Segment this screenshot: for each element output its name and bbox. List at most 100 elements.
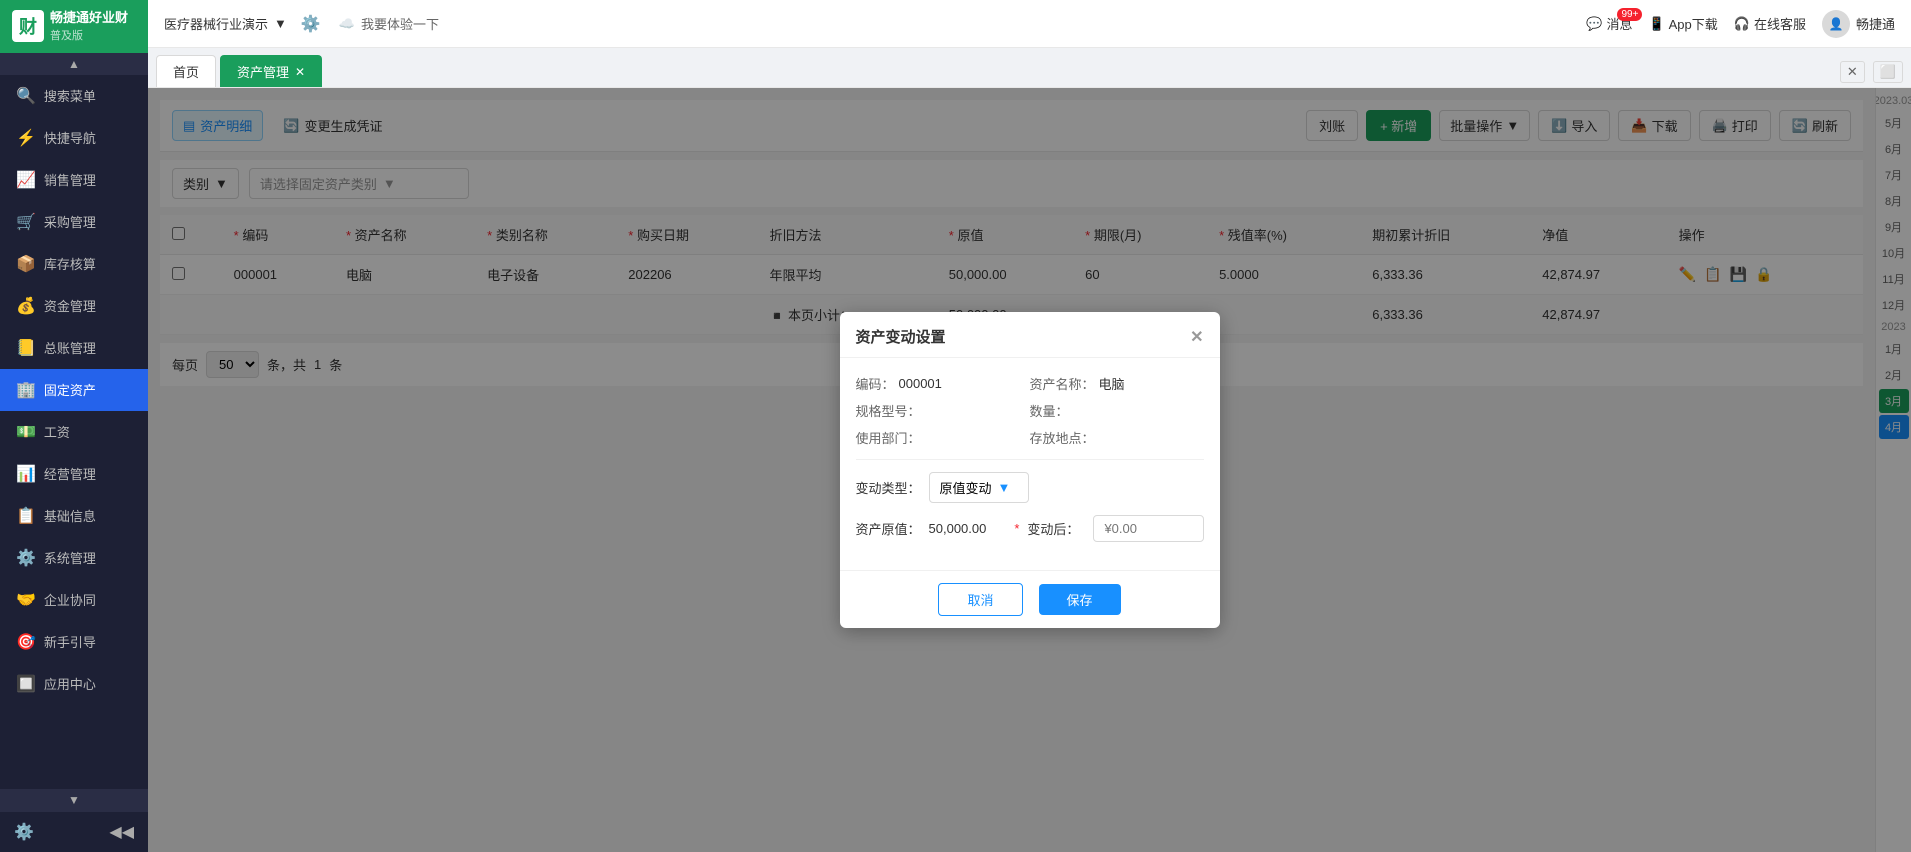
sidebar-item-label: 工资 [44,422,70,441]
tab-home[interactable]: 首页 [156,55,216,87]
company-dropdown-icon: ▼ [274,16,287,31]
online-service-btn[interactable]: 🎧 在线客服 [1734,14,1806,33]
asset-value-label: 资产原值： [856,519,921,538]
sidebar-item-system[interactable]: ⚙️ 系统管理 [0,537,148,579]
topbar-right: 💬 消息 99+ 📱 App下载 🎧 在线客服 👤 畅捷通 [1586,10,1895,38]
topbar: 医疗器械行业演示 ▼ ⚙️ ☁️ 我要体验一下 💬 消息 99+ 📱 App下载… [148,0,1911,48]
sidebar-item-guide[interactable]: 🎯 新手引导 [0,621,148,663]
change-type-value: 原值变动 [940,478,992,497]
funds-icon: 💰 [16,296,36,316]
modal-name-value: 电脑 [1099,374,1125,393]
cancel-button[interactable]: 取消 [938,583,1022,616]
tab-close-btn[interactable]: ✕ [1840,61,1865,83]
fixed-assets-icon: 🏢 [16,380,36,400]
company-name: 医疗器械行业演示 [164,14,268,33]
app-center-icon: 🔲 [16,674,36,694]
quick-nav-icon: ⚡ [16,128,36,148]
sidebar-item-payroll[interactable]: 💵 工资 [0,411,148,453]
enterprise-icon: 🤝 [16,590,36,610]
sidebar-scroll-down[interactable]: ▼ [0,789,148,811]
modal-title: 资产变动设置 [856,326,946,347]
modal-name-item: 资产名称： 电脑 [1030,374,1204,393]
modal-asset-value-field: 资产原值： 50,000.00 * 变动后： [856,515,1204,542]
settings-footer-icon[interactable]: ⚙️ [14,822,34,842]
sales-icon: 📈 [16,170,36,190]
modal-name-label: 资产名称： [1030,374,1095,393]
ledger-icon: 📒 [16,338,36,358]
sidebar-item-label: 固定资产 [44,380,96,399]
sidebar-item-quick-nav[interactable]: ⚡ 快捷导航 [0,117,148,159]
tab-asset-mgmt-label: 资产管理 [237,62,289,81]
modal-quantity-label: 数量： [1030,401,1069,420]
basic-info-icon: 📋 [16,506,36,526]
modal-footer: 取消 保存 [840,570,1220,628]
sidebar-item-label: 系统管理 [44,548,96,567]
sidebar-item-label: 销售管理 [44,170,96,189]
change-type-label: 变动类型： [856,478,921,497]
sidebar-item-inventory[interactable]: 📦 库存核算 [0,243,148,285]
sidebar: 财 畅捷通好业财 普及版 ▲ 🔍 搜索菜单 ⚡ 快捷导航 📈 销售管理 🛒 采购… [0,0,148,852]
username: 畅捷通 [1856,14,1895,33]
experience-btn[interactable]: ☁️ 我要体验一下 [339,14,439,33]
experience-label: 我要体验一下 [361,14,439,33]
avatar: 👤 [1822,10,1850,38]
modal-info-grid: 编码： 000001 资产名称： 电脑 规格型号： 数量： [856,374,1204,460]
sidebar-scroll-up[interactable]: ▲ [0,53,148,75]
sidebar-item-sales[interactable]: 📈 销售管理 [0,159,148,201]
sidebar-item-search[interactable]: 🔍 搜索菜单 [0,75,148,117]
sidebar-item-enterprise[interactable]: 🤝 企业协同 [0,579,148,621]
tab-asset-mgmt[interactable]: 资产管理 ✕ [220,55,322,87]
modal-code-value: 000001 [899,376,942,391]
company-selector[interactable]: 医疗器械行业演示 ▼ [164,14,287,33]
modal-body: 编码： 000001 资产名称： 电脑 规格型号： 数量： [840,358,1220,570]
sidebar-item-label: 库存核算 [44,254,96,273]
message-btn[interactable]: 💬 消息 99+ [1586,14,1632,33]
modal-change-type-field: 变动类型： 原值变动 ▼ [856,472,1204,503]
main-area: 医疗器械行业演示 ▼ ⚙️ ☁️ 我要体验一下 💬 消息 99+ 📱 App下载… [148,0,1911,852]
modal-code-item: 编码： 000001 [856,374,1030,393]
change-type-select[interactable]: 原值变动 ▼ [929,472,1029,503]
modal-header: 资产变动设置 ✕ [840,312,1220,358]
online-service-label: 在线客服 [1754,14,1806,33]
user-menu[interactable]: 👤 畅捷通 [1822,10,1895,38]
settings-icon[interactable]: ⚙️ [301,14,321,34]
sidebar-item-basic-info[interactable]: 📋 基础信息 [0,495,148,537]
sidebar-nav: 🔍 搜索菜单 ⚡ 快捷导航 📈 销售管理 🛒 采购管理 📦 库存核算 💰 资金管… [0,75,148,789]
sidebar-item-label: 经营管理 [44,464,96,483]
system-icon: ⚙️ [16,548,36,568]
guide-icon: 🎯 [16,632,36,652]
modal-dept-item: 使用部门： [856,428,1030,447]
sidebar-item-fixed-assets[interactable]: 🏢 固定资产 [0,369,148,411]
sidebar-item-app-center[interactable]: 🔲 应用中心 [0,663,148,705]
modal-overlay: 资产变动设置 ✕ 编码： 000001 资产名称： 电脑 [148,88,1911,852]
modal-spec-label: 规格型号： [856,401,921,420]
purchase-icon: 🛒 [16,212,36,232]
app-download-btn[interactable]: 📱 App下载 [1648,14,1717,33]
modal-dept-label: 使用部门： [856,428,921,447]
modal-location-label: 存放地点： [1030,428,1095,447]
sidebar-footer: ⚙️ ◀◀ [0,811,148,852]
content-area: ▤ 资产明细 🔄 变更生成凭证 刘账 + 新增 批量操作 ▼ [148,88,1911,852]
tab-bar: 首页 资产管理 ✕ ✕ ⬜ [148,48,1911,88]
sidebar-item-label: 采购管理 [44,212,96,231]
sidebar-item-purchase[interactable]: 🛒 采购管理 [0,201,148,243]
sidebar-item-label: 基础信息 [44,506,96,525]
tab-home-label: 首页 [173,62,199,81]
search-icon: 🔍 [16,86,36,106]
tab-close-icon[interactable]: ✕ [295,65,305,79]
payroll-icon: 💵 [16,422,36,442]
sidebar-item-label: 资金管理 [44,296,96,315]
sidebar-item-label: 企业协同 [44,590,96,609]
after-change-input[interactable] [1093,515,1203,542]
collapse-sidebar-icon[interactable]: ◀◀ [109,822,134,842]
sidebar-item-operations[interactable]: 📊 经营管理 [0,453,148,495]
modal-close-icon[interactable]: ✕ [1190,327,1203,347]
tab-maximize-btn[interactable]: ⬜ [1873,61,1903,83]
sidebar-item-label: 新手引导 [44,632,96,651]
sidebar-item-funds[interactable]: 💰 资金管理 [0,285,148,327]
sidebar-item-ledger[interactable]: 📒 总账管理 [0,327,148,369]
sidebar-item-label: 快捷导航 [44,128,96,147]
save-button[interactable]: 保存 [1039,584,1121,615]
sidebar-logo: 畅捷通好业财 [50,10,128,27]
message-icon: 💬 [1586,16,1602,32]
